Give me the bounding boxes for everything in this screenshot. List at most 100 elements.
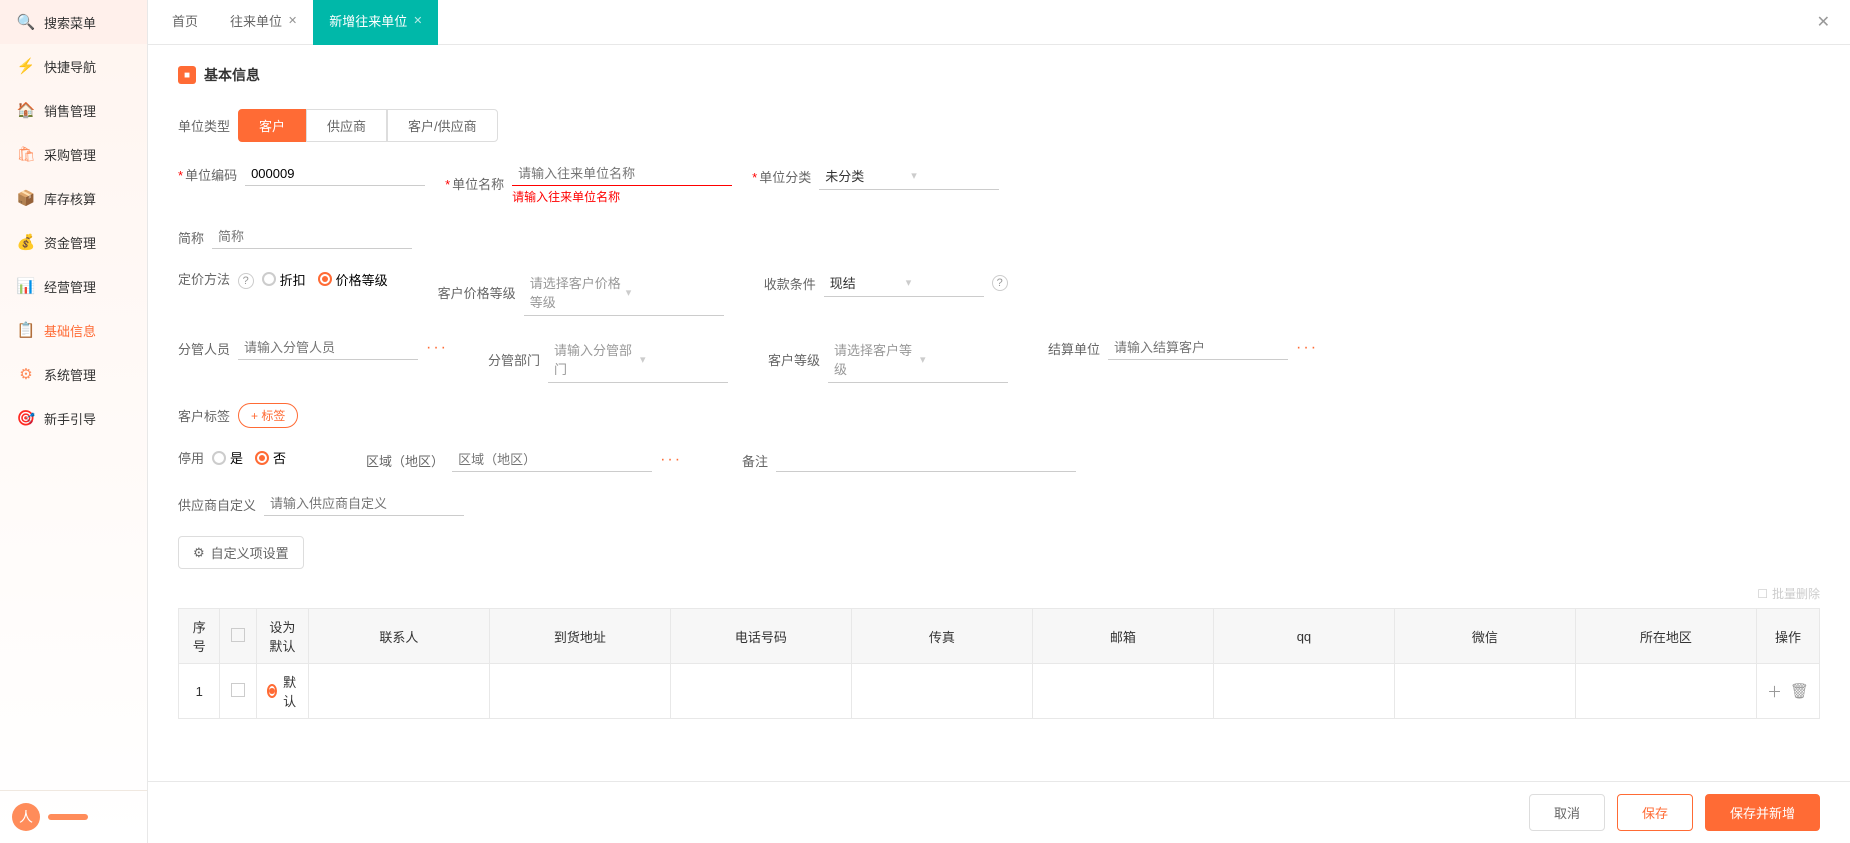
cancel-button[interactable]: 取消 xyxy=(1529,794,1605,831)
pricing-grade-option[interactable]: 价格等级 xyxy=(318,270,388,289)
tags-group: 客户标签 + 标签 xyxy=(178,403,298,428)
pricing-method-group: 定价方法 ? 折扣 价格等级 xyxy=(178,269,388,289)
add-tag-button[interactable]: + 标签 xyxy=(238,403,298,428)
payment-terms-group: 收款条件 现结 ▾ ? xyxy=(764,269,1008,297)
address-input[interactable] xyxy=(500,680,660,703)
chevron-down-icon: ▾ xyxy=(911,169,993,182)
batch-delete-bar: ☐ 批量删除 xyxy=(178,585,1820,602)
row-region xyxy=(1575,664,1756,719)
unit-type-label: 单位类型 xyxy=(178,116,230,135)
gear-icon: ⚙ xyxy=(193,545,205,561)
tab-home[interactable]: 首页 xyxy=(156,0,214,45)
add-row-btn[interactable]: ＋ xyxy=(1767,681,1782,702)
unit-name-input[interactable] xyxy=(512,162,732,186)
purchase-icon: 🛍 xyxy=(16,144,36,164)
tab-partners-close[interactable]: ✕ xyxy=(288,14,297,27)
table-row: 1 默认 xyxy=(179,664,1820,719)
tab-new-partner-close[interactable]: ✕ xyxy=(413,14,422,27)
custom-settings-button[interactable]: ⚙ 自定义项设置 xyxy=(178,536,304,569)
type-btn-supplier[interactable]: 供应商 xyxy=(306,109,387,142)
type-btn-customer[interactable]: 客户 xyxy=(238,109,306,142)
supplier-custom-input[interactable] xyxy=(264,492,464,516)
fax-input[interactable] xyxy=(862,680,1022,703)
delete-row-btn[interactable]: 🗑 xyxy=(1790,682,1809,700)
no-radio xyxy=(255,451,269,465)
payment-terms-select[interactable]: 现结 ▾ xyxy=(824,269,984,297)
unit-category-select[interactable]: 未分类 ▾ xyxy=(819,162,999,190)
save-button[interactable]: 保存 xyxy=(1617,794,1693,831)
pricing-help-icon[interactable]: ? xyxy=(238,273,254,289)
col-action: 操作 xyxy=(1756,609,1819,664)
row-actions: ＋ 🗑 xyxy=(1767,681,1809,702)
short-name-row: 简称 xyxy=(178,225,1820,249)
sidebar-item-basic[interactable]: 📋 基础信息 xyxy=(0,308,147,352)
pricing-discount-option[interactable]: 折扣 xyxy=(262,270,306,289)
contact-input[interactable] xyxy=(319,680,479,703)
tab-bar: 首页 往来单位 ✕ 新增往来单位 ✕ ✕ xyxy=(148,0,1850,45)
col-fax: 传真 xyxy=(851,609,1032,664)
row-checkbox[interactable] xyxy=(231,683,245,697)
col-seq: 序号 xyxy=(179,609,220,664)
tab-partners[interactable]: 往来单位 ✕ xyxy=(214,0,313,45)
disabled-no-option[interactable]: 否 xyxy=(255,448,286,467)
table-header-row: 序号 设为默认 联系人 到货地址 电话号码 传真 邮箱 qq 微信 所在地区 操… xyxy=(179,609,1820,664)
sidebar-item-quicknav[interactable]: ⚡ 快捷导航 xyxy=(0,44,147,88)
settlement-unit-input[interactable] xyxy=(1108,336,1288,360)
user-avatar[interactable]: 人 xyxy=(12,803,40,831)
window-close[interactable]: ✕ xyxy=(1805,12,1842,32)
payment-help-icon[interactable]: ? xyxy=(992,275,1008,291)
chevron-down-icon5: ▾ xyxy=(920,353,1002,366)
sidebar-item-system[interactable]: ⚙ 系统管理 xyxy=(0,352,147,396)
row-default-radio[interactable]: 默认 xyxy=(267,672,298,710)
sidebar-item-inventory[interactable]: 📦 库存核算 xyxy=(0,176,147,220)
col-default: 设为默认 xyxy=(256,609,308,664)
region-label: 区域（地区） xyxy=(366,451,444,470)
batch-delete-label[interactable]: 批量删除 xyxy=(1772,585,1820,602)
row-region-input[interactable] xyxy=(1586,680,1746,703)
section-icon: ■ xyxy=(178,66,196,84)
short-name-label: 简称 xyxy=(178,228,204,247)
supervisor-more-btn[interactable]: ··· xyxy=(426,339,448,357)
sidebar-item-guide[interactable]: 🎯 新手引导 xyxy=(0,396,147,440)
phone-input[interactable] xyxy=(681,680,841,703)
sidebar-item-operations[interactable]: 📊 经营管理 xyxy=(0,264,147,308)
email-input[interactable] xyxy=(1043,680,1203,703)
settlement-more-btn[interactable]: ··· xyxy=(1296,339,1318,357)
unit-type-buttons: 客户 供应商 客户/供应商 xyxy=(238,109,498,142)
supervisor-input[interactable] xyxy=(238,336,418,360)
remarks-input[interactable] xyxy=(776,448,1076,472)
row-contact xyxy=(308,664,489,719)
type-btn-both[interactable]: 客户/供应商 xyxy=(387,109,498,142)
customer-price-group: 客户价格等级 请选择客户价格等级 ▾ xyxy=(438,269,724,316)
guide-icon: 🎯 xyxy=(16,408,36,428)
region-more-btn[interactable]: ··· xyxy=(660,451,682,469)
disabled-radio-group: 是 否 xyxy=(212,448,286,467)
customer-level-select[interactable]: 请选择客户等级 ▾ xyxy=(828,336,1008,383)
customer-level-group: 客户等级 请选择客户等级 ▾ xyxy=(768,336,1008,383)
dept-select[interactable]: 请输入分管部门 ▾ xyxy=(548,336,728,383)
tab-new-partner[interactable]: 新增往来单位 ✕ xyxy=(313,0,438,45)
basic-icon: 📋 xyxy=(16,320,36,340)
sidebar-item-finance[interactable]: 💰 资金管理 xyxy=(0,220,147,264)
customer-price-select[interactable]: 请选择客户价格等级 ▾ xyxy=(524,269,724,316)
unit-type-group: 单位类型 客户 供应商 客户/供应商 xyxy=(178,109,498,142)
sidebar-item-purchase[interactable]: 🛍 采购管理 xyxy=(0,132,147,176)
row-address xyxy=(489,664,670,719)
unit-code-input[interactable] xyxy=(245,162,425,186)
sidebar-item-sales[interactable]: 🏠 销售管理 xyxy=(0,88,147,132)
sidebar-bottom: 人 xyxy=(0,790,147,843)
unit-name-group: *单位名称 请输入往来单位名称 xyxy=(445,162,732,205)
pricing-method-label: 定价方法 ? xyxy=(178,269,254,289)
sidebar-item-search[interactable]: 🔍 搜索菜单 xyxy=(0,0,147,44)
wechat-input[interactable] xyxy=(1405,680,1565,703)
save-new-button[interactable]: 保存并新增 xyxy=(1705,794,1820,831)
tags-row: 客户标签 + 标签 xyxy=(178,403,1820,428)
short-name-input[interactable] xyxy=(212,225,412,249)
region-input[interactable] xyxy=(452,448,652,472)
qq-input[interactable] xyxy=(1224,680,1384,703)
disabled-yes-option[interactable]: 是 xyxy=(212,448,243,467)
unit-code-group: *单位编码 xyxy=(178,162,425,186)
section-title: 基本信息 xyxy=(204,65,260,85)
select-all-checkbox[interactable] xyxy=(231,628,245,642)
yes-radio xyxy=(212,451,226,465)
